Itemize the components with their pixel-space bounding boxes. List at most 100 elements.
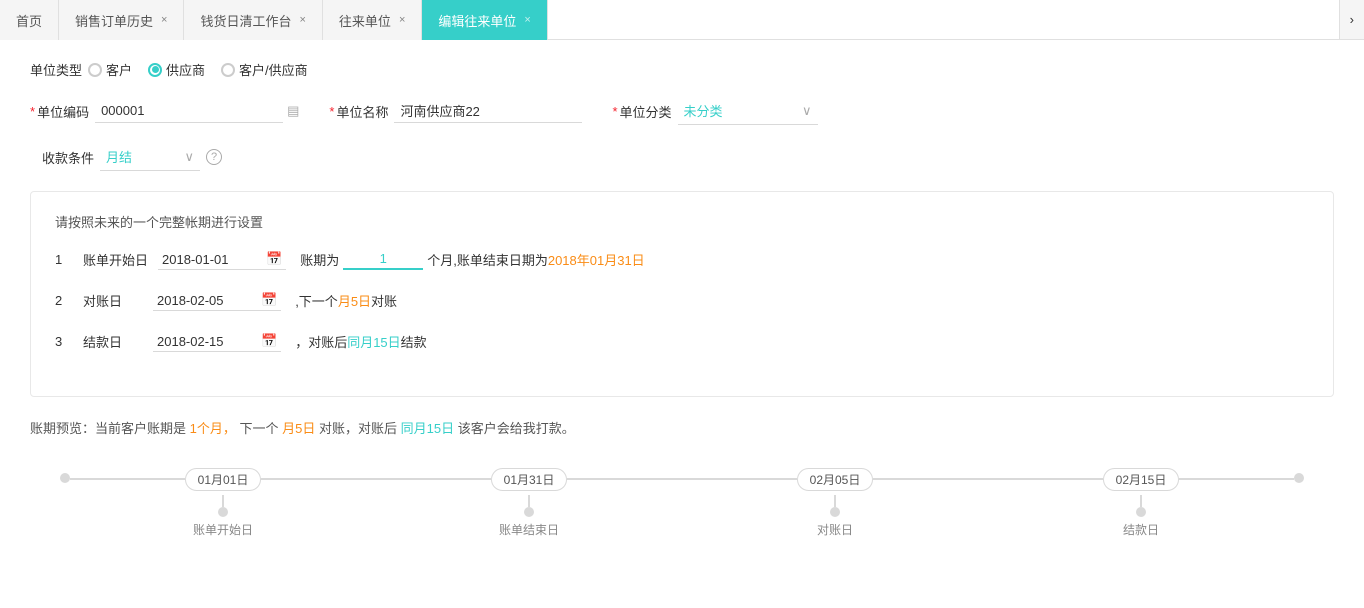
timeline-start xyxy=(60,473,70,483)
suffix-highlight-3: 同月15日 xyxy=(347,332,400,351)
radio-circle-customer-supplier xyxy=(221,63,235,77)
timeline-line-4 xyxy=(873,478,1102,480)
suffix-middle-1: 个月,账单结束日期为 xyxy=(427,250,548,269)
timeline-start-dot xyxy=(60,473,70,483)
suffix-highlight-1: 2018年01月31日 xyxy=(548,250,645,269)
row-field-label-1: 账单开始日 xyxy=(83,250,148,269)
suffix-prefix-1: 账期为 xyxy=(300,250,339,269)
setting-hint: 请按照未来的一个完整帐期进行设置 xyxy=(55,212,1309,231)
unit-info-row: * 单位编码 ▤ * 单位名称 * 单位分类 未分类 ∨ xyxy=(30,97,1334,125)
row-field-label-2: 对账日 xyxy=(83,291,143,310)
timeline-line-3 xyxy=(567,478,796,480)
preview-part3-highlight: 同月15日 xyxy=(401,421,454,436)
tab-bar: 首页 销售订单历史 × 钱货日清工作台 × 往来单位 × 编辑往来单位 × › xyxy=(0,0,1364,40)
timeline-line-down-1 xyxy=(222,495,224,507)
tab-home[interactable]: 首页 xyxy=(0,0,59,40)
close-tab-cash-ledger[interactable]: × xyxy=(299,14,305,26)
timeline-dot-4 xyxy=(1136,507,1146,517)
close-tab-sales-history[interactable]: × xyxy=(161,14,167,26)
timeline-label-1: 01月01日 xyxy=(185,468,262,491)
timeline-line-down-3 xyxy=(834,495,836,507)
suffix-end-2: 对账 xyxy=(371,291,397,310)
collect-select[interactable]: 月结 ∨ xyxy=(100,143,200,171)
date-input-3: 📅 xyxy=(153,331,281,352)
unit-name-input-wrapper xyxy=(394,99,582,123)
timeline-label-3: 02月05日 xyxy=(797,468,874,491)
radio-circle-supplier xyxy=(148,63,162,77)
timeline-label-4: 02月15日 xyxy=(1103,468,1180,491)
radio-customer[interactable]: 客户 xyxy=(88,60,132,79)
timeline-point-1: 01月01日 账单开始日 xyxy=(185,468,262,538)
row-number-3: 3 xyxy=(55,334,83,349)
date-input-2: 📅 xyxy=(153,290,281,311)
suffix-prefix-2: ,下一个 xyxy=(295,291,338,310)
radio-supplier[interactable]: 供应商 xyxy=(148,60,205,79)
collect-label: 收款条件 xyxy=(42,148,94,167)
setting-row-2: 2 对账日 📅 ,下一个 月5日 对账 xyxy=(55,290,1309,311)
suffix-end-3: 结款 xyxy=(401,332,427,351)
timeline-point-2: 01月31日 账单结束日 xyxy=(491,468,568,538)
tab-partner-unit[interactable]: 往来单位 × xyxy=(323,0,422,40)
collect-value: 月结 xyxy=(106,147,178,166)
timeline-point-4: 02月15日 结款日 xyxy=(1103,468,1180,538)
close-tab-partner-unit[interactable]: × xyxy=(399,14,405,26)
row-suffix-2: ,下一个 月5日 对账 xyxy=(295,291,397,310)
timeline-wrapper: 01月01日 账单开始日 01月31日 账单结束日 02月05日 xyxy=(30,460,1334,546)
radio-customer-supplier[interactable]: 客户/供应商 xyxy=(221,60,308,79)
timeline-caption-2: 账单结束日 xyxy=(499,521,559,538)
preview-label: 账期预览：当前客户账期是 xyxy=(30,421,186,436)
date-input-1: 📅 xyxy=(158,249,286,270)
preview-part1: 1个月， xyxy=(190,421,236,436)
row-number-2: 2 xyxy=(55,293,83,308)
tab-edit-partner[interactable]: 编辑往来单位 × xyxy=(422,0,547,40)
row-suffix-3: ，对账后 同月15日 结款 xyxy=(295,332,427,351)
timeline-end-dot xyxy=(1294,473,1304,483)
main-content: 单位类型 客户 供应商 客户/供应商 * 单位编码 ▤ xyxy=(0,40,1364,608)
unit-code-icon[interactable]: ▤ xyxy=(287,103,299,119)
calendar-icon-2[interactable]: 📅 xyxy=(261,292,277,308)
unit-type-row: 单位类型 客户 供应商 客户/供应商 xyxy=(30,60,1334,79)
period-input[interactable] xyxy=(343,249,423,270)
preview-part2-highlight: 月5日 xyxy=(282,421,315,436)
timeline-line-5 xyxy=(1179,478,1294,480)
setting-box: 请按照未来的一个完整帐期进行设置 1 账单开始日 📅 账期为 个月,账单结束日期… xyxy=(30,191,1334,397)
timeline-caption-3: 对账日 xyxy=(817,521,853,538)
timeline-dot-1 xyxy=(218,507,228,517)
date-field-1[interactable] xyxy=(162,252,262,267)
date-field-2[interactable] xyxy=(157,293,257,308)
unit-category-select[interactable]: 未分类 ∨ xyxy=(678,97,818,125)
calendar-icon-1[interactable]: 📅 xyxy=(266,251,282,267)
unit-code-input-wrapper: ▤ xyxy=(95,99,299,123)
radio-circle-customer xyxy=(88,63,102,77)
close-tab-edit-partner[interactable]: × xyxy=(524,14,530,26)
calendar-icon-3[interactable]: 📅 xyxy=(261,333,277,349)
timeline-line-1 xyxy=(70,478,185,480)
preview-row: 账期预览：当前客户账期是 1个月， 下一个 月5日 对账，对账后 同月15日 该… xyxy=(30,417,1334,440)
preview-part2-suffix: 对账，对账后 xyxy=(319,421,397,436)
tab-sales-history[interactable]: 销售订单历史 × xyxy=(59,0,184,40)
row-field-label-3: 结款日 xyxy=(83,332,143,351)
unit-category-label: 单位分类 xyxy=(620,102,672,121)
unit-code-input[interactable] xyxy=(95,99,283,123)
unit-type-radio-group: 客户 供应商 客户/供应商 xyxy=(88,60,308,79)
preview-part2-prefix: 下一个 xyxy=(240,421,279,436)
timeline-dot-2 xyxy=(524,507,534,517)
unit-name-input[interactable] xyxy=(394,99,582,123)
timeline-caption-1: 账单开始日 xyxy=(193,521,253,538)
date-field-3[interactable] xyxy=(157,334,257,349)
timeline-caption-4: 结款日 xyxy=(1123,521,1159,538)
suffix-highlight-2: 月5日 xyxy=(338,291,371,310)
unit-code-label: 单位编码 xyxy=(37,102,89,121)
unit-category-arrow-icon: ∨ xyxy=(802,103,812,119)
timeline-line-down-2 xyxy=(528,495,530,507)
collect-condition-row: 收款条件 月结 ∨ ? xyxy=(30,143,1334,171)
unit-name-group: * 单位名称 xyxy=(329,99,582,123)
unit-code-group: * 单位编码 ▤ xyxy=(30,99,299,123)
setting-row-1: 1 账单开始日 📅 账期为 个月,账单结束日期为 2018年01月31日 xyxy=(55,249,1309,270)
timeline-line-2 xyxy=(261,478,490,480)
tab-cash-ledger[interactable]: 钱货日清工作台 × xyxy=(184,0,322,40)
unit-name-label: 单位名称 xyxy=(336,102,388,121)
tab-more-button[interactable]: › xyxy=(1339,0,1364,39)
timeline-point-3: 02月05日 对账日 xyxy=(797,468,874,538)
collect-help-icon[interactable]: ? xyxy=(206,149,222,165)
